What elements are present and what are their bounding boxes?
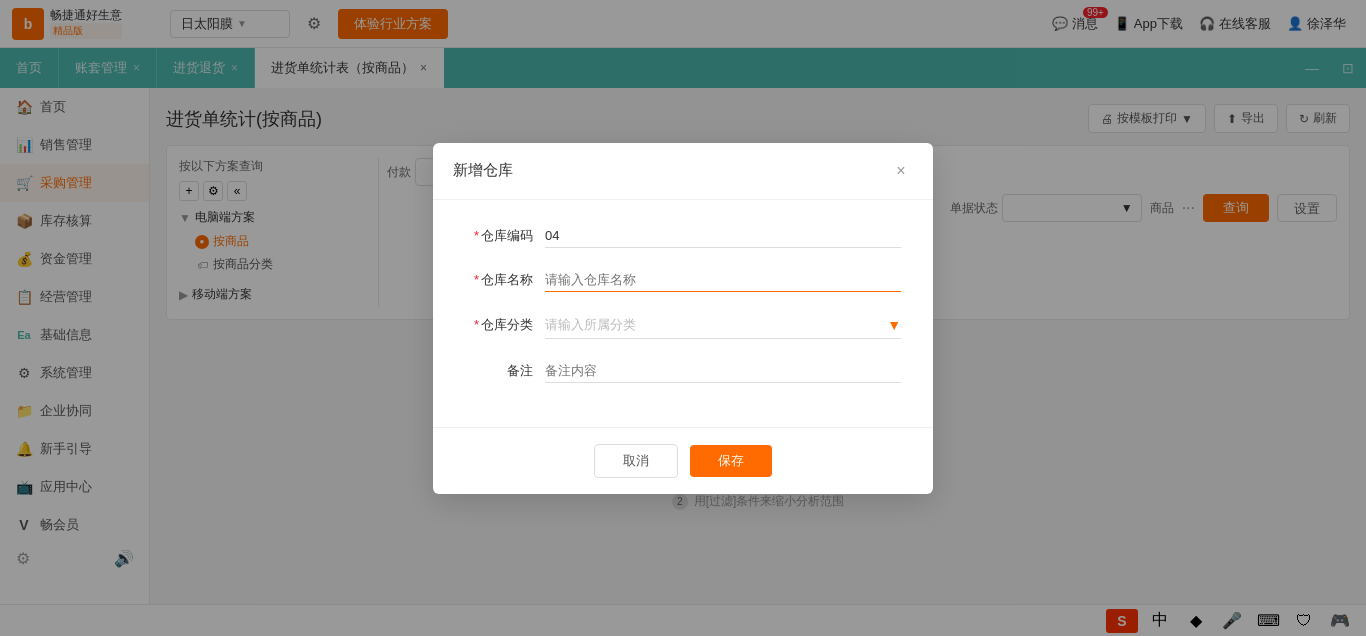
save-button[interactable]: 保存 — [690, 445, 772, 477]
modal-close-button[interactable]: × — [889, 159, 913, 183]
modal-title: 新增仓库 — [453, 161, 513, 180]
cancel-button[interactable]: 取消 — [594, 444, 678, 478]
modal-footer: 取消 保存 — [433, 427, 933, 494]
form-row-category: 仓库分类 请输入所属分类 ▼ — [465, 312, 901, 339]
modal-header: 新增仓库 × — [433, 143, 933, 200]
category-arrow-icon: ▼ — [887, 317, 901, 333]
modal-overlay[interactable]: 新增仓库 × 仓库编码 仓库名称 仓库分类 请输入所属分类 ▼ — [0, 0, 1366, 636]
modal-body: 仓库编码 仓库名称 仓库分类 请输入所属分类 ▼ 备注 — [433, 200, 933, 427]
category-select[interactable]: 请输入所属分类 ▼ — [545, 312, 901, 339]
code-input[interactable] — [545, 224, 901, 248]
category-placeholder: 请输入所属分类 — [545, 316, 636, 334]
code-label: 仓库编码 — [465, 227, 545, 245]
form-row-code: 仓库编码 — [465, 224, 901, 248]
name-label: 仓库名称 — [465, 271, 545, 289]
form-row-remark: 备注 — [465, 359, 901, 383]
modal-dialog: 新增仓库 × 仓库编码 仓库名称 仓库分类 请输入所属分类 ▼ — [433, 143, 933, 494]
remark-label: 备注 — [465, 362, 545, 380]
category-label: 仓库分类 — [465, 316, 545, 334]
form-row-name: 仓库名称 — [465, 268, 901, 292]
remark-input[interactable] — [545, 359, 901, 383]
name-input[interactable] — [545, 268, 901, 292]
